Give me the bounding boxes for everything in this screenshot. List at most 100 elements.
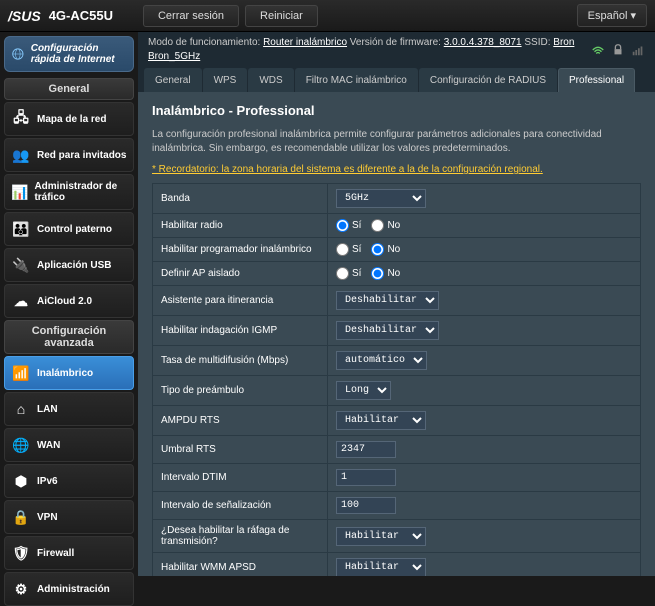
nav-wan[interactable]: 🌐 WAN (4, 428, 134, 462)
radio-yes[interactable] (336, 219, 349, 232)
ssid-label: SSID: (524, 37, 550, 48)
tab-professional[interactable]: Professional (558, 68, 635, 92)
radio-enable-label: Habilitar radio (153, 214, 328, 238)
nav-guest-network[interactable]: 👥Red para invitados (4, 138, 134, 172)
isolated-no[interactable] (371, 267, 384, 280)
nav-aicloud[interactable]: ☁ AiCloud 2.0 (4, 284, 134, 318)
wan-icon: 🌐 (11, 435, 31, 455)
section-general-header: General (4, 78, 134, 100)
sidebar: Configuración rápida de Internet General… (0, 32, 138, 576)
page-title: Inalámbrico - Professional (152, 103, 641, 118)
nav-label: Inalámbrico (37, 368, 93, 379)
rts-label: Umbral RTS (153, 436, 328, 464)
nav-administration[interactable]: ⚙ Administración (4, 572, 134, 606)
language-label: Español (588, 10, 628, 22)
band-label: Banda (153, 184, 328, 214)
fw-label: Versión de firmware: (350, 37, 441, 48)
globe-icon (11, 43, 25, 65)
nav-traffic-manager[interactable]: 📊 Administrador de tráfico (4, 174, 134, 210)
nav-label: AiCloud 2.0 (37, 296, 92, 307)
ssid1-link[interactable]: Bron (553, 37, 574, 48)
admin-icon: ⚙ (11, 579, 31, 599)
nav-vpn[interactable]: 🔒VPN (4, 500, 134, 534)
top-bar: /SUS 4G-AC55U Cerrar sesión Reiniciar Es… (0, 0, 655, 32)
tabs: General WPS WDS Filtro MAC inalámbrico C… (138, 68, 655, 93)
tab-radius[interactable]: Configuración de RADIUS (419, 68, 557, 92)
brand-logo: /SUS (8, 8, 41, 24)
nav-network-map[interactable]: 🖧 Mapa de la red (4, 102, 134, 136)
burst-label: ¿Desea habilitar la ráfaga de transmisió… (153, 520, 328, 553)
multicast-select[interactable]: automático (336, 351, 427, 370)
band-select[interactable]: 5GHz (336, 189, 426, 208)
isolated-label: Definir AP aislado (153, 262, 328, 286)
cloud-icon: ☁ (11, 291, 31, 311)
page-description: La configuración profesional inalámbrica… (152, 128, 641, 156)
isolated-yes[interactable] (336, 267, 349, 280)
igmp-select[interactable]: Deshabilitar (336, 321, 439, 340)
mode-link[interactable]: Router inalámbrico (263, 37, 347, 48)
language-select[interactable]: Español ▾ (577, 4, 647, 27)
signal-status-icon (631, 43, 645, 57)
ipv6-icon: ⬢ (11, 471, 31, 491)
quick-setup-button[interactable]: Configuración rápida de Internet (4, 36, 134, 72)
nav-label: Aplicación USB (37, 260, 111, 271)
nav-firewall[interactable]: 🛡 Firewall (4, 536, 134, 570)
tab-mac-filter[interactable]: Filtro MAC inalámbrico (295, 68, 418, 92)
wifi-status-icon (591, 43, 605, 57)
dtim-label: Intervalo DTIM (153, 464, 328, 492)
multicast-label: Tasa de multidifusión (Mbps) (153, 346, 328, 376)
logout-button[interactable]: Cerrar sesión (143, 5, 239, 27)
network-map-icon: 🖧 (11, 109, 31, 129)
guest-icon: 👥 (11, 145, 31, 165)
quick-setup-label: Configuración rápida de Internet (31, 43, 127, 65)
preamble-select[interactable]: Long (336, 381, 391, 400)
nav-parental-control[interactable]: 👪Control paterno (4, 212, 134, 246)
nav-ipv6[interactable]: ⬢IPv6 (4, 464, 134, 498)
main-panel: Modo de funcionamiento: Router inalámbri… (138, 32, 655, 576)
info-bar: Modo de funcionamiento: Router inalámbri… (138, 32, 655, 68)
nav-label: VPN (37, 512, 58, 523)
nav-label: Mapa de la red (37, 114, 106, 125)
section-advanced-header: Configuración avanzada (4, 320, 134, 354)
nav-label: WAN (37, 440, 60, 451)
scheduler-label: Habilitar programador inalámbrico (153, 238, 328, 262)
ampdu-select[interactable]: Habilitar (336, 411, 426, 430)
scheduler-no[interactable] (371, 243, 384, 256)
parental-icon: 👪 (11, 219, 31, 239)
model-label: 4G-AC55U (49, 8, 113, 23)
nav-label: Administración (37, 584, 110, 595)
lock-status-icon (611, 43, 625, 57)
nav-label: LAN (37, 404, 58, 415)
beacon-input[interactable] (336, 497, 396, 514)
roaming-select[interactable]: Deshabilitar (336, 291, 439, 310)
rts-input[interactable] (336, 441, 396, 458)
ampdu-label: AMPDU RTS (153, 406, 328, 436)
traffic-icon: 📊 (11, 182, 28, 202)
fw-link[interactable]: 3.0.0.4.378_8071 (444, 37, 522, 48)
status-icons (591, 43, 645, 57)
timezone-reminder-link[interactable]: * Recordatorio: la zona horaria del sist… (152, 164, 641, 175)
nav-usb-app[interactable]: 🔌 Aplicación USB (4, 248, 134, 282)
tab-wds[interactable]: WDS (248, 68, 293, 92)
nav-wireless[interactable]: 📶 Inalámbrico (4, 356, 134, 390)
burst-select[interactable]: Habilitar (336, 527, 426, 546)
nav-lan[interactable]: ⌂LAN (4, 392, 134, 426)
scheduler-yes[interactable] (336, 243, 349, 256)
wifi-icon: 📶 (11, 363, 31, 383)
wmm-select[interactable]: Habilitar (336, 558, 426, 576)
igmp-label: Habilitar indagación IGMP (153, 316, 328, 346)
tab-general[interactable]: General (144, 68, 202, 92)
usb-icon: 🔌 (11, 255, 31, 275)
wmm-label: Habilitar WMM APSD (153, 553, 328, 577)
beacon-label: Intervalo de señalización (153, 492, 328, 520)
nav-label: Firewall (37, 548, 74, 559)
nav-label: Administrador de tráfico (34, 181, 127, 203)
tab-wps[interactable]: WPS (203, 68, 248, 92)
reboot-button[interactable]: Reiniciar (245, 5, 318, 27)
dtim-input[interactable] (336, 469, 396, 486)
radio-no[interactable] (371, 219, 384, 232)
ssid2-link[interactable]: Bron_5GHz (148, 51, 200, 62)
firewall-icon: 🛡 (11, 543, 31, 563)
preamble-label: Tipo de preámbulo (153, 376, 328, 406)
roaming-label: Asistente para itinerancia (153, 286, 328, 316)
